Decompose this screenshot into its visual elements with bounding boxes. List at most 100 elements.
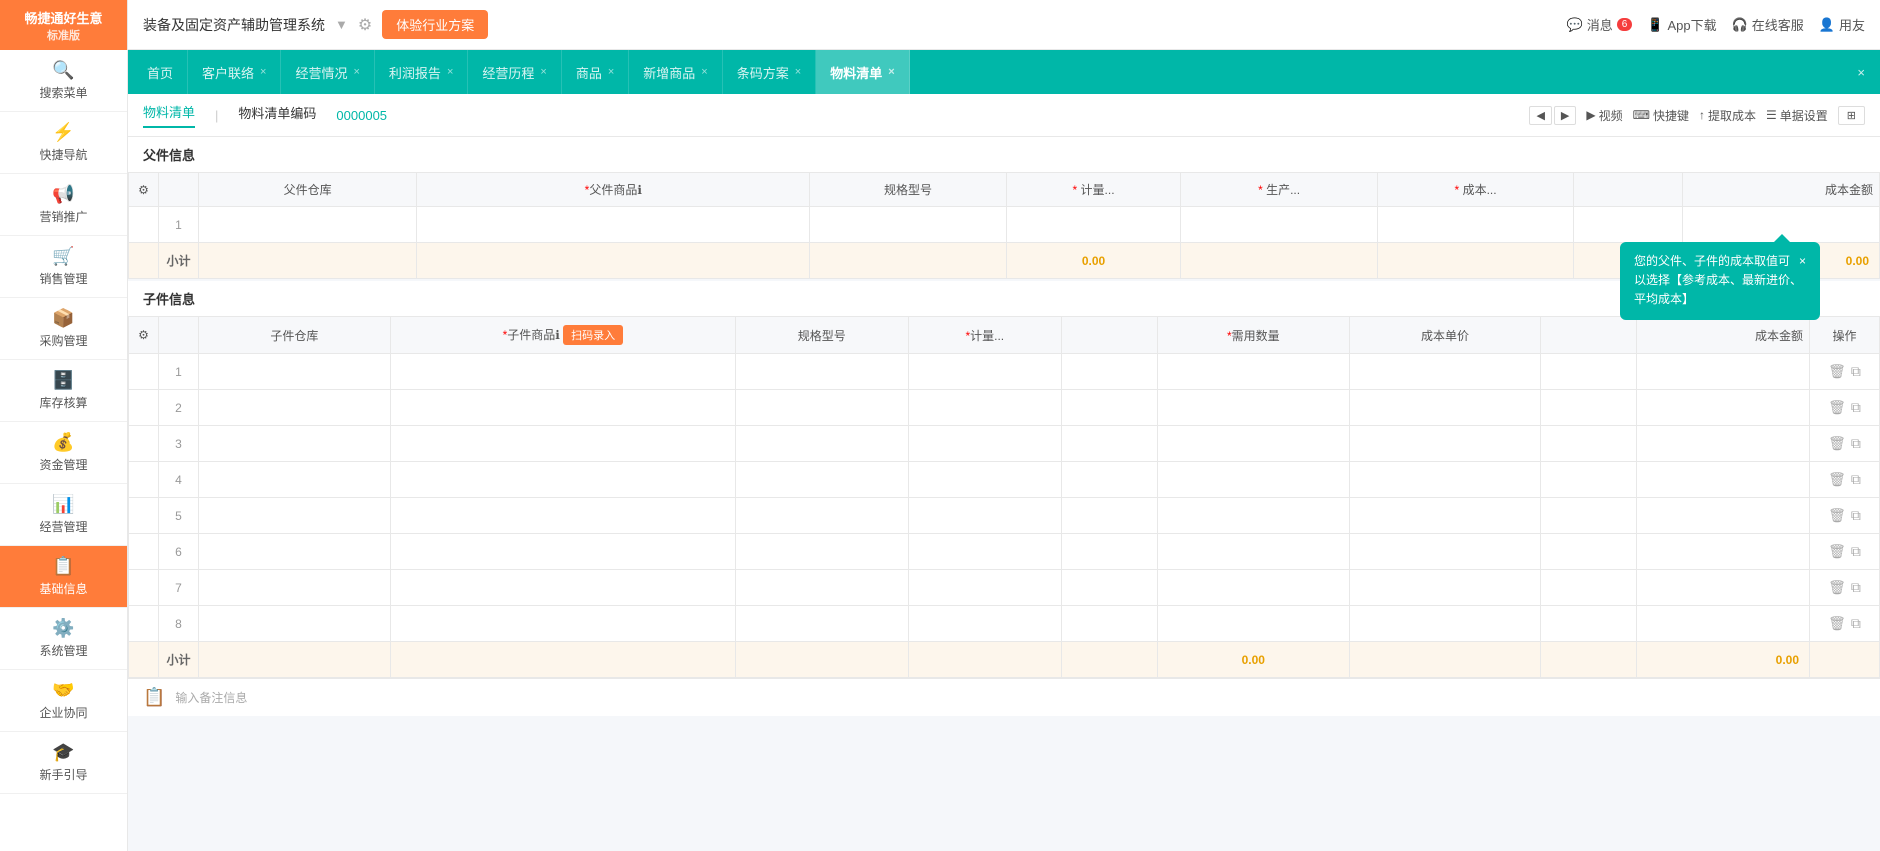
sidebar-item-purchase[interactable]: 📦 采购管理 [0, 298, 127, 360]
sidebar-item-operations[interactable]: 📊 经营管理 [0, 484, 127, 546]
message-btn[interactable]: 💬 消息 6 [1567, 15, 1633, 34]
child-row3-copy-icon[interactable]: ⧉ [1851, 435, 1861, 452]
child-row2-qty[interactable] [1157, 390, 1349, 426]
child-row6-copy-icon[interactable]: ⧉ [1851, 543, 1861, 560]
tab-operations[interactable]: 经营情况 × [281, 50, 374, 94]
child-row6-product[interactable] [390, 534, 735, 570]
extract-cost-btn[interactable]: ↑ 提取成本 [1699, 107, 1756, 124]
child-row4-spec[interactable] [735, 462, 908, 498]
child-row1-copy-icon[interactable]: ⧉ [1851, 363, 1861, 380]
child-row4-unit[interactable] [908, 462, 1061, 498]
child-row7-spec[interactable] [735, 570, 908, 606]
sidebar-item-marketing[interactable]: 📢 营销推广 [0, 174, 127, 236]
child-row3-spec[interactable] [735, 426, 908, 462]
nav-next[interactable]: ▶ [1554, 106, 1576, 125]
child-row8-copy-icon[interactable]: ⧉ [1851, 615, 1861, 632]
tab-new-product[interactable]: 新增商品 × [629, 50, 722, 94]
child-row7-product[interactable] [390, 570, 735, 606]
tab-bom[interactable]: 物料清单 × [816, 50, 909, 94]
sidebar-item-basic[interactable]: 📋 基础信息 [0, 546, 127, 608]
child-row3-unitcost[interactable] [1349, 426, 1541, 462]
tooltip-close-btn[interactable]: × [1799, 252, 1806, 271]
parent-row1-product[interactable] [417, 207, 810, 243]
dropdown-icon[interactable]: ▼ [335, 17, 348, 32]
child-row6-unit[interactable] [908, 534, 1061, 570]
child-row4-product[interactable] [390, 462, 735, 498]
tab-customer[interactable]: 客户联络 × [188, 50, 281, 94]
child-row2-warehouse[interactable] [199, 390, 391, 426]
parent-row1-warehouse[interactable] [199, 207, 417, 243]
child-row7-unit[interactable] [908, 570, 1061, 606]
child-row3-delete-icon[interactable]: 🗑 [1828, 435, 1846, 452]
child-row3-warehouse[interactable] [199, 426, 391, 462]
child-row5-delete-icon[interactable]: 🗑 [1828, 507, 1846, 524]
child-row2-unit[interactable] [908, 390, 1061, 426]
child-row5-spec[interactable] [735, 498, 908, 534]
child-row1-qty[interactable] [1157, 354, 1349, 390]
expand-btn[interactable]: ⊞ [1838, 106, 1865, 125]
sidebar-item-sales[interactable]: 🛒 销售管理 [0, 236, 127, 298]
shortcuts-btn[interactable]: ⌨ 快捷键 [1633, 107, 1689, 124]
child-row8-unit[interactable] [908, 606, 1061, 642]
child-row1-warehouse[interactable] [199, 354, 391, 390]
child-row4-qty[interactable] [1157, 462, 1349, 498]
child-row8-unitcost[interactable] [1349, 606, 1541, 642]
child-gear-icon[interactable]: ⚙ [138, 328, 149, 342]
user-btn[interactable]: 👤 用友 [1819, 15, 1865, 34]
child-row1-unit[interactable] [908, 354, 1061, 390]
sidebar-item-quicknav[interactable]: ⚡ 快捷导航 [0, 112, 127, 174]
single-settings-btn[interactable]: ☰ 单据设置 [1766, 107, 1828, 124]
sidebar-item-search[interactable]: 🔍 搜索菜单 [0, 50, 127, 112]
child-row8-warehouse[interactable] [199, 606, 391, 642]
child-row8-product[interactable] [390, 606, 735, 642]
gear-icon[interactable]: ⚙ [138, 183, 149, 197]
child-row7-qty[interactable] [1157, 570, 1349, 606]
parent-row1-spec[interactable] [810, 207, 1006, 243]
child-row1-delete-icon[interactable]: 🗑 [1828, 363, 1846, 380]
child-row1-product[interactable] [390, 354, 735, 390]
view-btn[interactable]: ▶ 视频 [1586, 107, 1622, 124]
child-row7-unitcost[interactable] [1349, 570, 1541, 606]
tab-history-close[interactable]: × [540, 66, 546, 78]
tab-barcode-close[interactable]: × [795, 66, 801, 78]
child-row6-warehouse[interactable] [199, 534, 391, 570]
child-row2-spec[interactable] [735, 390, 908, 426]
tab-product-close[interactable]: × [608, 66, 614, 78]
tab-barcode[interactable]: 条码方案 × [723, 50, 816, 94]
child-row7-copy-icon[interactable]: ⧉ [1851, 579, 1861, 596]
sidebar-item-finance[interactable]: 💰 资金管理 [0, 422, 127, 484]
nav-prev[interactable]: ◀ [1529, 106, 1551, 125]
child-row1-spec[interactable] [735, 354, 908, 390]
service-btn[interactable]: 🎧 在线客服 [1732, 15, 1804, 34]
child-row4-unitcost[interactable] [1349, 462, 1541, 498]
child-row5-unit[interactable] [908, 498, 1061, 534]
child-row4-copy-icon[interactable]: ⧉ [1851, 471, 1861, 488]
child-row5-product[interactable] [390, 498, 735, 534]
child-row8-qty[interactable] [1157, 606, 1349, 642]
child-row5-unitcost[interactable] [1349, 498, 1541, 534]
parent-row1-unit[interactable] [1006, 207, 1181, 243]
child-row6-qty[interactable] [1157, 534, 1349, 570]
tab-customer-close[interactable]: × [260, 66, 266, 78]
tab-operations-close[interactable]: × [353, 66, 359, 78]
parent-row1-prod[interactable] [1181, 207, 1377, 243]
child-row2-copy-icon[interactable]: ⧉ [1851, 399, 1861, 416]
sidebar-item-guide[interactable]: 🎓 新手引导 [0, 732, 127, 794]
child-row8-delete-icon[interactable]: 🗑 [1828, 615, 1846, 632]
tab-history[interactable]: 经营历程 × [468, 50, 561, 94]
child-row2-delete-icon[interactable]: 🗑 [1828, 399, 1846, 416]
child-row2-unitcost[interactable] [1349, 390, 1541, 426]
app-download-btn[interactable]: 📱 App下载 [1647, 15, 1716, 34]
child-row5-qty[interactable] [1157, 498, 1349, 534]
child-row8-spec[interactable] [735, 606, 908, 642]
close-all-tabs[interactable]: × [1847, 65, 1875, 80]
try-button[interactable]: 体验行业方案 [382, 10, 488, 39]
child-row4-delete-icon[interactable]: 🗑 [1828, 471, 1846, 488]
child-row4-warehouse[interactable] [199, 462, 391, 498]
child-row6-spec[interactable] [735, 534, 908, 570]
child-row5-copy-icon[interactable]: ⧉ [1851, 507, 1861, 524]
child-row3-unit[interactable] [908, 426, 1061, 462]
sub-tab-bom[interactable]: 物料清单 [143, 102, 195, 128]
child-row2-product[interactable] [390, 390, 735, 426]
child-row7-warehouse[interactable] [199, 570, 391, 606]
